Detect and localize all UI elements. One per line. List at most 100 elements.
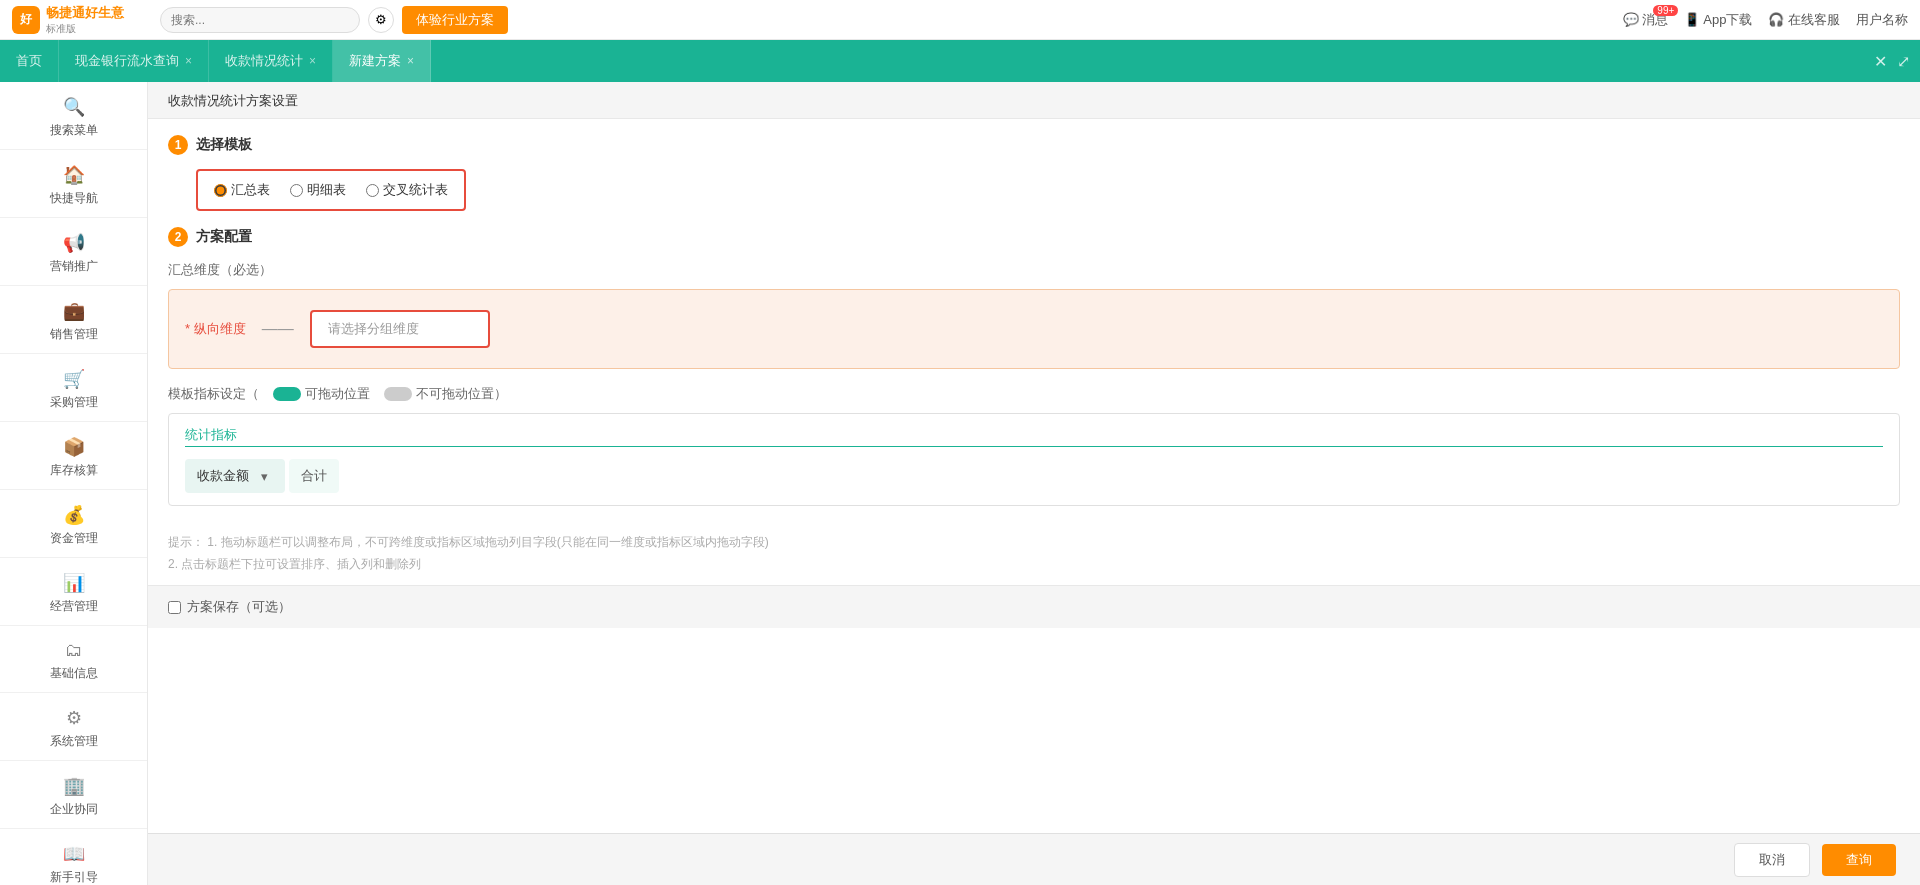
logo-area: 好 畅捷通好生意 标准版 bbox=[12, 4, 160, 36]
radio-detail-input[interactable] bbox=[290, 184, 303, 197]
system-icon: ⚙ bbox=[66, 707, 82, 729]
radio-cross-input[interactable] bbox=[366, 184, 379, 197]
sidebar-item-sales[interactable]: 💼 销售管理 bbox=[0, 286, 147, 354]
sidebar-item-home-label: 快捷导航 bbox=[50, 190, 98, 207]
home-icon: 🏠 bbox=[63, 164, 85, 186]
tab-cashflow-close[interactable]: × bbox=[185, 54, 192, 68]
sidebar-item-search-label: 搜索菜单 bbox=[50, 122, 98, 139]
step2-number: 2 bbox=[168, 227, 188, 247]
sidebar-item-management-label: 经营管理 bbox=[50, 598, 98, 615]
step1-label: 1 选择模板 bbox=[168, 135, 1900, 155]
radio-detail-label: 明细表 bbox=[307, 181, 346, 199]
tab-newplan-label: 新建方案 bbox=[349, 52, 401, 70]
purchase-icon: 🛒 bbox=[63, 368, 85, 390]
page-header: 收款情况统计方案设置 bbox=[148, 82, 1920, 119]
tab-home[interactable]: 首页 bbox=[0, 40, 59, 82]
dim-select-box[interactable]: 请选择分组维度 bbox=[310, 310, 490, 348]
sidebar-item-enterprise-label: 企业协同 bbox=[50, 801, 98, 818]
enterprise-icon: 🏢 bbox=[63, 775, 85, 797]
guide-icon: 📖 bbox=[63, 843, 85, 865]
tab-home-label: 首页 bbox=[16, 52, 42, 70]
search-icon: 🔍 bbox=[63, 96, 85, 118]
non-draggable-label: 不可拖动位置） bbox=[416, 385, 507, 403]
top-icon-group: 💬 99+ 消息 📱 App下载 🎧 在线客服 用户名称 bbox=[1623, 11, 1908, 29]
tab-cashflow[interactable]: 现金银行流水查询 × bbox=[59, 40, 209, 82]
marketing-icon: 📢 bbox=[63, 232, 85, 254]
sidebar-item-finance[interactable]: 💰 资金管理 bbox=[0, 490, 147, 558]
tab-receipt[interactable]: 收款情况统计 × bbox=[209, 40, 333, 82]
settings-button[interactable]: ⚙ bbox=[368, 7, 394, 33]
sidebar: 🔍 搜索菜单 🏠 快捷导航 📢 营销推广 💼 销售管理 🛒 采购管理 📦 库存核… bbox=[0, 82, 148, 885]
draggable-indicator bbox=[273, 387, 301, 401]
sidebar-item-purchase[interactable]: 🛒 采购管理 bbox=[0, 354, 147, 422]
sidebar-item-marketing[interactable]: 📢 营销推广 bbox=[0, 218, 147, 286]
vertical-dim-label: * 纵向维度 bbox=[185, 320, 246, 338]
page-wrap: 收款情况统计方案设置 1 选择模板 汇总表 明 bbox=[148, 82, 1920, 833]
download-area[interactable]: 📱 App下载 bbox=[1684, 11, 1752, 29]
dim-arrow: —— bbox=[262, 320, 294, 338]
content-area: 收款情况统计方案设置 1 选择模板 汇总表 明 bbox=[148, 82, 1920, 885]
radio-summary-input[interactable] bbox=[214, 184, 227, 197]
tab-receipt-label: 收款情况统计 bbox=[225, 52, 303, 70]
step2-title: 方案配置 bbox=[196, 228, 252, 246]
breadcrumb: 收款情况统计方案设置 bbox=[168, 93, 298, 108]
sidebar-item-inventory-label: 库存核算 bbox=[50, 462, 98, 479]
logo-badge: 标准版 bbox=[46, 22, 124, 36]
inventory-icon: 📦 bbox=[63, 436, 85, 458]
sidebar-item-system-label: 系统管理 bbox=[50, 733, 98, 750]
save-label: 方案保存（可选） bbox=[187, 598, 291, 616]
sidebar-item-system[interactable]: ⚙ 系统管理 bbox=[0, 693, 147, 761]
tab-maximize[interactable]: ⤢ bbox=[1897, 52, 1910, 71]
metric-section: 模板指标设定（ 可拖动位置 不可拖动位置） 统计指标 收款 bbox=[168, 385, 1900, 506]
sidebar-item-basic[interactable]: 🗂 基础信息 bbox=[0, 626, 147, 693]
tab-newplan-close[interactable]: × bbox=[407, 54, 414, 68]
sidebar-item-guide[interactable]: 📖 新手引导 bbox=[0, 829, 147, 885]
tab-bar-actions: ✕ ⤢ bbox=[1864, 40, 1920, 82]
tab-newplan[interactable]: 新建方案 × bbox=[333, 40, 431, 82]
sidebar-item-finance-label: 资金管理 bbox=[50, 530, 98, 547]
metric-card-dropdown-icon[interactable]: ▾ bbox=[261, 461, 276, 492]
metric-sub: 合计 bbox=[289, 459, 339, 493]
search-input[interactable] bbox=[160, 7, 360, 33]
step1-section: 1 选择模板 汇总表 明细表 bbox=[148, 119, 1920, 227]
template-radio-group: 汇总表 明细表 交叉统计表 bbox=[214, 181, 448, 199]
cancel-button[interactable]: 取消 bbox=[1734, 843, 1810, 877]
basic-icon: 🗂 bbox=[65, 640, 83, 661]
finance-icon: 💰 bbox=[63, 504, 85, 526]
sidebar-item-management[interactable]: 📊 经营管理 bbox=[0, 558, 147, 626]
dimension-title: 汇总维度（必选） bbox=[168, 261, 1900, 279]
radio-cross[interactable]: 交叉统计表 bbox=[366, 181, 448, 199]
query-button[interactable]: 查询 bbox=[1822, 844, 1896, 876]
sidebar-item-inventory[interactable]: 📦 库存核算 bbox=[0, 422, 147, 490]
sidebar-item-enterprise[interactable]: 🏢 企业协同 bbox=[0, 761, 147, 829]
draggable-legend: 可拖动位置 bbox=[273, 385, 370, 403]
template-section: 汇总表 明细表 交叉统计表 bbox=[196, 169, 466, 211]
sidebar-item-home[interactable]: 🏠 快捷导航 bbox=[0, 150, 147, 218]
user-name[interactable]: 用户名称 bbox=[1856, 11, 1908, 29]
metric-group-title: 统计指标 bbox=[185, 426, 1883, 447]
tab-close-window[interactable]: ✕ bbox=[1874, 52, 1887, 71]
footer-bar: 取消 查询 bbox=[148, 833, 1920, 885]
message-icon: 💬 bbox=[1623, 12, 1639, 27]
sidebar-item-purchase-label: 采购管理 bbox=[50, 394, 98, 411]
step1-number: 1 bbox=[168, 135, 188, 155]
metric-card-label: 收款金额 bbox=[185, 459, 261, 493]
sidebar-item-basic-label: 基础信息 bbox=[50, 665, 98, 682]
message-area[interactable]: 💬 99+ 消息 bbox=[1623, 11, 1669, 29]
industry-button[interactable]: 体验行业方案 bbox=[402, 6, 508, 34]
tip-2: 2. 点击标题栏下拉可设置排序、插入列和删除列 bbox=[168, 554, 1900, 576]
sidebar-item-marketing-label: 营销推广 bbox=[50, 258, 98, 275]
service-area[interactable]: 🎧 在线客服 bbox=[1768, 11, 1840, 29]
metric-card[interactable]: 收款金额 ▾ bbox=[185, 459, 285, 493]
radio-summary[interactable]: 汇总表 bbox=[214, 181, 270, 199]
step1-title: 选择模板 bbox=[196, 136, 252, 154]
tab-bar: 首页 现金银行流水查询 × 收款情况统计 × 新建方案 × ✕ ⤢ bbox=[0, 40, 1920, 82]
radio-detail[interactable]: 明细表 bbox=[290, 181, 346, 199]
save-checkbox[interactable] bbox=[168, 601, 181, 614]
logo-text: 畅捷通好生意 bbox=[46, 4, 124, 22]
logo-icon: 好 bbox=[12, 6, 40, 34]
top-bar: 好 畅捷通好生意 标准版 ⚙ 体验行业方案 💬 99+ 消息 📱 App下载 🎧… bbox=[0, 0, 1920, 40]
sidebar-item-search[interactable]: 🔍 搜索菜单 bbox=[0, 82, 147, 150]
metric-table: 统计指标 收款金额 ▾ 合计 bbox=[168, 413, 1900, 506]
tab-receipt-close[interactable]: × bbox=[309, 54, 316, 68]
